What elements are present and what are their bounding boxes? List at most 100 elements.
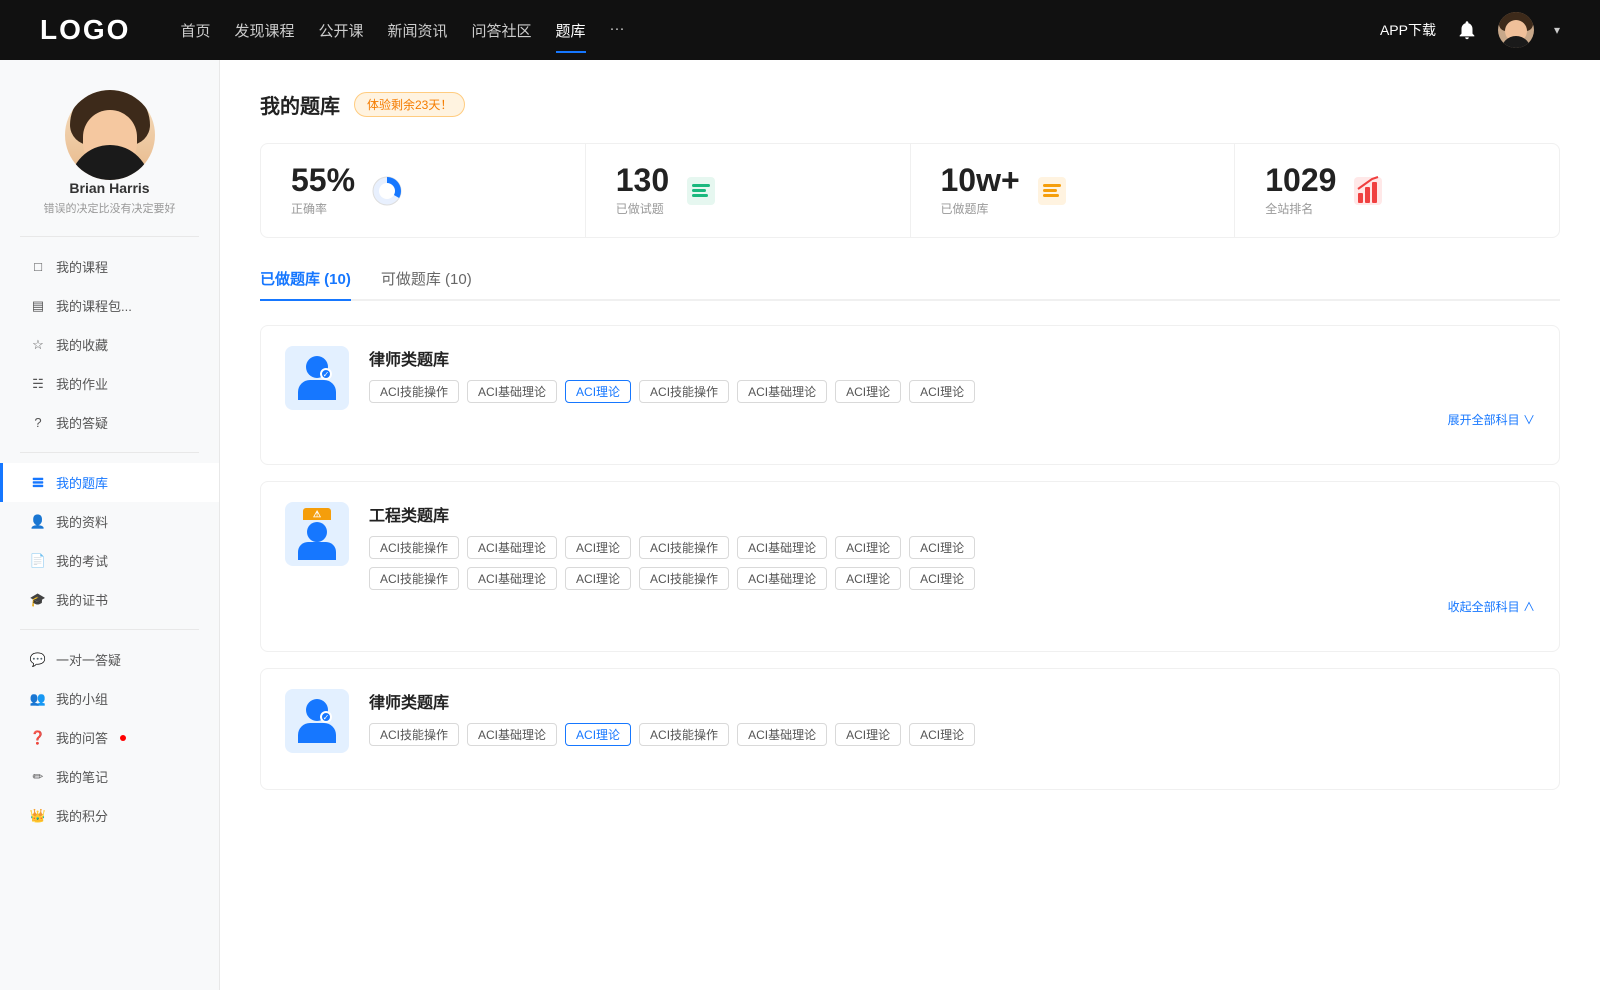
qbank-card-lawyer-1: ✓ 律师类题库 ACI技能操作 ACI基础理论 ACI理论 ACI技能操作 AC… <box>260 325 1560 465</box>
engineer-icon-container: ⚠ <box>285 502 349 566</box>
tag-item[interactable]: ACI理论 <box>909 536 975 559</box>
tag-item-active[interactable]: ACI理论 <box>565 380 631 403</box>
tag-item[interactable]: ACI理论 <box>909 567 975 590</box>
stat-accuracy: 55% 正确率 <box>261 144 586 237</box>
lawyer-icon: ✓ <box>285 346 349 410</box>
tag-item[interactable]: ACI理论 <box>835 723 901 746</box>
group-icon: 👥 <box>30 691 46 707</box>
sidebar-username: Brian Harris <box>69 180 149 196</box>
stat-rank-value: 1029 <box>1265 164 1336 196</box>
nav-news[interactable]: 新闻资讯 <box>388 16 448 45</box>
tag-item[interactable]: ACI理论 <box>909 723 975 746</box>
expand-link-1[interactable]: 展开全部科目 ∨ <box>369 411 1535 428</box>
profile-icon: 👤 <box>30 514 46 530</box>
logo[interactable]: LOGO <box>40 14 130 46</box>
tag-item[interactable]: ACI理论 <box>835 567 901 590</box>
tag-item[interactable]: ACI基础理论 <box>737 380 827 403</box>
tag-item[interactable]: ACI技能操作 <box>369 536 459 559</box>
sidebar-item-my-group[interactable]: 👥 我的小组 <box>0 679 219 718</box>
tab-available-banks[interactable]: 可做题库 (10) <box>381 268 472 299</box>
sidebar-item-homework[interactable]: ☵ 我的作业 <box>0 364 219 403</box>
tag-item[interactable]: ACI基础理论 <box>467 380 557 403</box>
stat-banks-done: 10w+ 已做题库 <box>911 144 1236 237</box>
stat-banks-done-label: 已做题库 <box>941 200 1020 217</box>
sidebar-item-my-exam[interactable]: 📄 我的考试 <box>0 541 219 580</box>
sidebar: Brian Harris 错误的决定比没有决定要好 □ 我的课程 ▤ 我的课程包… <box>0 60 220 990</box>
sidebar-profile: Brian Harris 错误的决定比没有决定要好 <box>0 90 219 216</box>
tag-item[interactable]: ACI技能操作 <box>369 567 459 590</box>
tag-item[interactable]: ACI技能操作 <box>639 380 729 403</box>
tag-item[interactable]: ACI技能操作 <box>639 567 729 590</box>
sidebar-divider-3 <box>20 629 199 630</box>
qbank-tags-3: ACI技能操作 ACI基础理论 ACI理论 ACI技能操作 ACI基础理论 AC… <box>369 723 1535 746</box>
tag-item-active[interactable]: ACI理论 <box>565 723 631 746</box>
nav-more[interactable]: ··· <box>610 16 625 45</box>
stats-row: 55% 正确率 130 已做试题 <box>260 143 1560 238</box>
stat-banks-done-value: 10w+ <box>941 164 1020 196</box>
chevron-down-icon[interactable]: ▾ <box>1554 23 1560 37</box>
qbank-title-3: 律师类题库 <box>369 689 1535 713</box>
main-content: 我的题库 体验剩余23天！ 55% 正确率 <box>220 60 1600 990</box>
tag-item[interactable]: ACI理论 <box>565 536 631 559</box>
qbank-icon <box>30 475 46 491</box>
tag-item[interactable]: ACI理论 <box>835 380 901 403</box>
stat-questions-done-value: 130 <box>616 164 669 196</box>
qbank-tags-2-row2: ACI技能操作 ACI基础理论 ACI理论 ACI技能操作 ACI基础理论 AC… <box>369 567 1535 590</box>
note-icon: ✏ <box>30 769 46 785</box>
tab-done-banks[interactable]: 已做题库 (10) <box>260 268 351 299</box>
sidebar-item-my-course[interactable]: □ 我的课程 <box>0 247 219 286</box>
sidebar-item-one-on-one[interactable]: 💬 一对一答疑 <box>0 640 219 679</box>
tag-item[interactable]: ACI基础理论 <box>737 723 827 746</box>
sidebar-item-my-notes[interactable]: ✏ 我的笔记 <box>0 757 219 796</box>
list-green-icon <box>683 173 719 209</box>
sidebar-item-my-profile[interactable]: 👤 我的资料 <box>0 502 219 541</box>
avatar-nav[interactable] <box>1498 12 1534 48</box>
collapse-link-2[interactable]: 收起全部科目 ∧ <box>369 598 1535 615</box>
qbank-card-lawyer-2: ✓ 律师类题库 ACI技能操作 ACI基础理论 ACI理论 ACI技能操作 AC… <box>260 668 1560 790</box>
nav-menu: 首页 发现课程 公开课 新闻资讯 问答社区 题库 ··· <box>180 16 1350 45</box>
stat-accuracy-label: 正确率 <box>291 200 355 217</box>
sidebar-item-my-points[interactable]: 👑 我的积分 <box>0 796 219 835</box>
stat-questions-done: 130 已做试题 <box>586 144 911 237</box>
sidebar-item-my-questions[interactable]: ? 我的答疑 <box>0 403 219 442</box>
qbank-tags-2: ACI技能操作 ACI基础理论 ACI理论 ACI技能操作 ACI基础理论 AC… <box>369 536 1535 559</box>
tag-item[interactable]: ACI技能操作 <box>639 723 729 746</box>
pie-chart-icon <box>369 173 405 209</box>
nav-qa[interactable]: 问答社区 <box>472 16 532 45</box>
tag-item[interactable]: ACI理论 <box>909 380 975 403</box>
sidebar-divider-1 <box>20 236 199 237</box>
sidebar-item-my-qa[interactable]: ❓ 我的问答 <box>0 718 219 757</box>
nav-open-course[interactable]: 公开课 <box>318 16 363 45</box>
star-icon: ☆ <box>30 337 46 353</box>
points-icon: 👑 <box>30 808 46 824</box>
notification-bell-icon[interactable] <box>1456 19 1478 41</box>
question-icon: ? <box>30 415 46 431</box>
nav-home[interactable]: 首页 <box>180 16 210 45</box>
homework-icon: ☵ <box>30 376 46 392</box>
tag-item[interactable]: ACI技能操作 <box>369 723 459 746</box>
tag-item[interactable]: ACI基础理论 <box>737 536 827 559</box>
tag-item[interactable]: ACI基础理论 <box>467 567 557 590</box>
sidebar-item-favorites[interactable]: ☆ 我的收藏 <box>0 325 219 364</box>
sidebar-item-my-qbank[interactable]: 我的题库 <box>0 463 219 502</box>
sidebar-item-course-package[interactable]: ▤ 我的课程包... <box>0 286 219 325</box>
nav-qbank[interactable]: 题库 <box>556 16 586 45</box>
tag-item[interactable]: ACI技能操作 <box>369 380 459 403</box>
tag-item[interactable]: ACI技能操作 <box>639 536 729 559</box>
qa-badge <box>120 735 126 741</box>
tag-item[interactable]: ACI理论 <box>835 536 901 559</box>
lawyer-icon-2: ✓ <box>285 689 349 753</box>
nav-discover[interactable]: 发现课程 <box>234 16 294 45</box>
tag-item[interactable]: ACI基础理论 <box>467 536 557 559</box>
navbar: LOGO 首页 发现课程 公开课 新闻资讯 问答社区 题库 ··· APP下载 … <box>0 0 1600 60</box>
stat-accuracy-value: 55% <box>291 164 355 196</box>
bar-red-icon <box>1350 173 1386 209</box>
tag-item[interactable]: ACI理论 <box>565 567 631 590</box>
sidebar-item-certificate[interactable]: 🎓 我的证书 <box>0 580 219 619</box>
sidebar-divider-2 <box>20 452 199 453</box>
tag-item[interactable]: ACI基础理论 <box>467 723 557 746</box>
stat-rank-label: 全站排名 <box>1265 200 1336 217</box>
app-download-button[interactable]: APP下载 <box>1380 20 1436 40</box>
tag-item[interactable]: ACI基础理论 <box>737 567 827 590</box>
navbar-right: APP下载 ▾ <box>1380 12 1560 48</box>
